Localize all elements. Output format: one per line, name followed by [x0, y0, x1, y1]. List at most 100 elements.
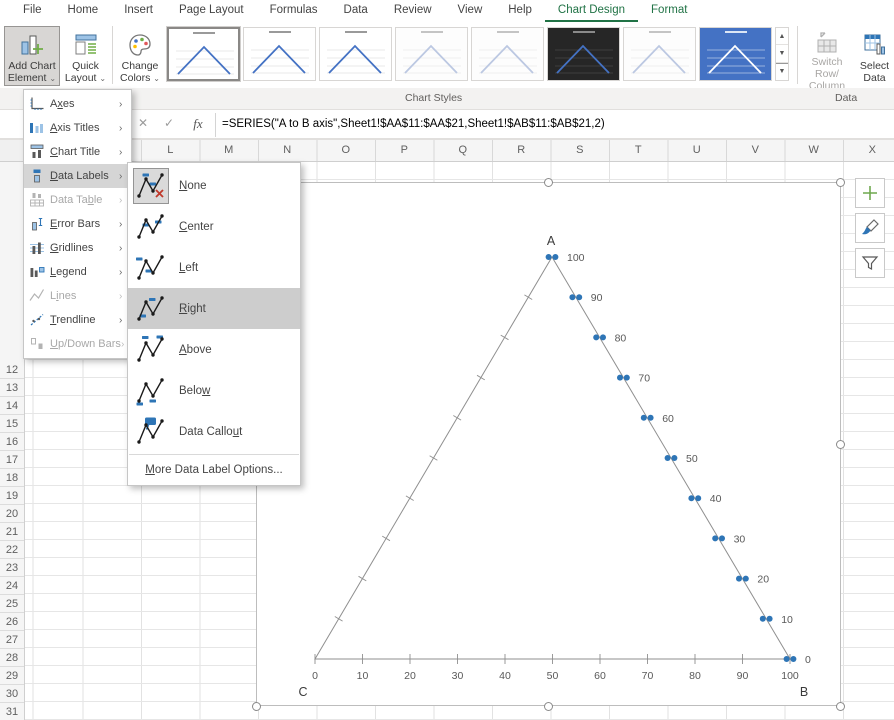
ribbon-tab-format[interactable]: Format	[638, 0, 700, 22]
data-labels-option-data-callout[interactable]: Data Callout	[128, 411, 300, 452]
row-header-14[interactable]: 14	[0, 397, 24, 415]
data-labels-option-center[interactable]: Center	[128, 206, 300, 247]
ribbon-tab-data[interactable]: Data	[331, 0, 381, 22]
select-data-button[interactable]: Select Data	[856, 26, 893, 86]
row-header-26[interactable]: 26	[0, 613, 24, 631]
column-header-S[interactable]: S	[551, 140, 610, 161]
ribbon-tab-insert[interactable]: Insert	[111, 0, 166, 22]
ribbon-tab-page-layout[interactable]: Page Layout	[166, 0, 257, 22]
data-labels-option-above[interactable]: Above	[128, 329, 300, 370]
data-point-marker[interactable]	[719, 535, 725, 542]
data-point-marker[interactable]	[576, 294, 583, 301]
data-point-label[interactable]: 60	[662, 413, 674, 425]
chart-styles-button[interactable]	[855, 213, 885, 243]
row-header-13[interactable]: 13	[0, 379, 24, 397]
chart-resize-handle-bottom-left[interactable]	[251, 701, 261, 711]
chart-style-tile-8[interactable]	[699, 27, 772, 81]
data-point-marker[interactable]	[545, 254, 552, 260]
row-header-28[interactable]: 28	[0, 649, 24, 667]
data-point-label[interactable]: 0	[805, 654, 811, 666]
chart-style-tile-6[interactable]	[547, 27, 620, 81]
row-header-12[interactable]: 12	[0, 361, 24, 379]
chart-style-tile-3[interactable]	[319, 27, 392, 81]
data-point-marker[interactable]	[688, 495, 695, 502]
data-point-marker[interactable]	[736, 575, 742, 582]
row-header-30[interactable]: 30	[0, 685, 24, 703]
row-header-29[interactable]: 29	[0, 667, 24, 685]
row-header-25[interactable]: 25	[0, 595, 24, 613]
gallery-scroll-up-button[interactable]: ▲	[776, 28, 788, 46]
data-point-marker[interactable]	[742, 575, 749, 582]
column-header-P[interactable]: P	[375, 140, 434, 161]
menu-item-data-labels[interactable]: Data Labels ›	[24, 164, 131, 188]
chart-resize-handle-top-right[interactable]	[835, 177, 845, 187]
gallery-scroll-down-button[interactable]: ▼	[776, 45, 788, 63]
data-point-label[interactable]: 10	[781, 614, 793, 626]
change-colors-button[interactable]: Change Colors ⌄	[116, 26, 164, 86]
data-point-marker[interactable]	[766, 615, 773, 622]
row-header-31[interactable]: 31	[0, 703, 24, 720]
data-point-marker[interactable]	[712, 535, 719, 542]
data-labels-option-none[interactable]: None	[128, 165, 300, 206]
menu-item-axes[interactable]: Axes ›	[24, 92, 131, 116]
row-header-17[interactable]: 17	[0, 451, 24, 469]
data-labels-option-right[interactable]: Right	[128, 288, 300, 329]
data-point-marker[interactable]	[600, 334, 606, 341]
chart-style-tile-4[interactable]	[395, 27, 468, 81]
data-point-label[interactable]: 90	[591, 292, 603, 304]
row-header-15[interactable]: 15	[0, 415, 24, 433]
ribbon-tab-help[interactable]: Help	[495, 0, 545, 22]
data-point-label[interactable]: 50	[686, 453, 698, 465]
row-header-24[interactable]: 24	[0, 577, 24, 595]
data-point-marker[interactable]	[617, 374, 623, 381]
column-header-L[interactable]: L	[141, 140, 200, 161]
data-point-marker[interactable]	[695, 495, 702, 502]
column-header-M[interactable]: M	[200, 140, 259, 161]
row-header-20[interactable]: 20	[0, 505, 24, 523]
ribbon-tab-view[interactable]: View	[445, 0, 496, 22]
column-header-U[interactable]: U	[668, 140, 727, 161]
column-header-O[interactable]: O	[317, 140, 376, 161]
row-header-19[interactable]: 19	[0, 487, 24, 505]
data-point-label[interactable]: 100	[567, 252, 585, 264]
chart-style-tile-1[interactable]	[166, 26, 241, 82]
chart-style-tile-2[interactable]	[243, 27, 316, 81]
chart-resize-handle-bottom-right[interactable]	[835, 701, 845, 711]
column-header-N[interactable]: N	[258, 140, 317, 161]
chart-style-tile-7[interactable]	[623, 27, 696, 81]
data-point-label[interactable]: 80	[615, 332, 627, 344]
data-point-marker[interactable]	[671, 455, 678, 461]
row-header-18[interactable]: 18	[0, 469, 24, 487]
data-point-marker[interactable]	[569, 294, 576, 301]
data-labels-option-left[interactable]: Left	[128, 247, 300, 288]
ribbon-tab-review[interactable]: Review	[381, 0, 445, 22]
chart-resize-handle-top-center[interactable]	[543, 177, 553, 187]
row-header-22[interactable]: 22	[0, 541, 24, 559]
ribbon-tab-file[interactable]: File	[10, 0, 55, 22]
column-header-T[interactable]: T	[609, 140, 668, 161]
gallery-expand-button[interactable]: ▼	[776, 62, 788, 80]
insert-function-icon[interactable]: fx	[188, 116, 208, 132]
menu-item-axis-titles[interactable]: Axis Titles ›	[24, 116, 131, 140]
formula-input[interactable]: =SERIES("A to B axis",Sheet1!$AA$11:$AA$…	[222, 118, 882, 130]
data-point-marker[interactable]	[664, 455, 671, 461]
data-point-label[interactable]: 30	[734, 533, 746, 545]
data-point-label[interactable]: 70	[638, 373, 650, 385]
ribbon-tab-formulas[interactable]: Formulas	[257, 0, 331, 22]
data-point-marker[interactable]	[790, 656, 797, 662]
data-point-marker[interactable]	[759, 615, 766, 622]
ribbon-tab-chart-design[interactable]: Chart Design	[544, 0, 639, 22]
column-header-V[interactable]: V	[726, 140, 785, 161]
menu-item-chart-title[interactable]: Chart Title ›	[24, 140, 131, 164]
data-point-marker[interactable]	[783, 656, 790, 662]
select-all-corner[interactable]	[0, 140, 25, 162]
ribbon-tab-home[interactable]: Home	[55, 0, 112, 22]
column-header-R[interactable]: R	[492, 140, 551, 161]
column-header-Q[interactable]: Q	[434, 140, 493, 161]
data-point-marker[interactable]	[552, 254, 559, 260]
data-point-label[interactable]: 40	[710, 493, 722, 505]
data-point-marker[interactable]	[647, 414, 654, 421]
column-header-X[interactable]: X	[843, 140, 894, 161]
data-point-label[interactable]: 20	[757, 574, 769, 586]
quick-layout-button[interactable]: Quick Layout ⌄	[62, 26, 109, 86]
